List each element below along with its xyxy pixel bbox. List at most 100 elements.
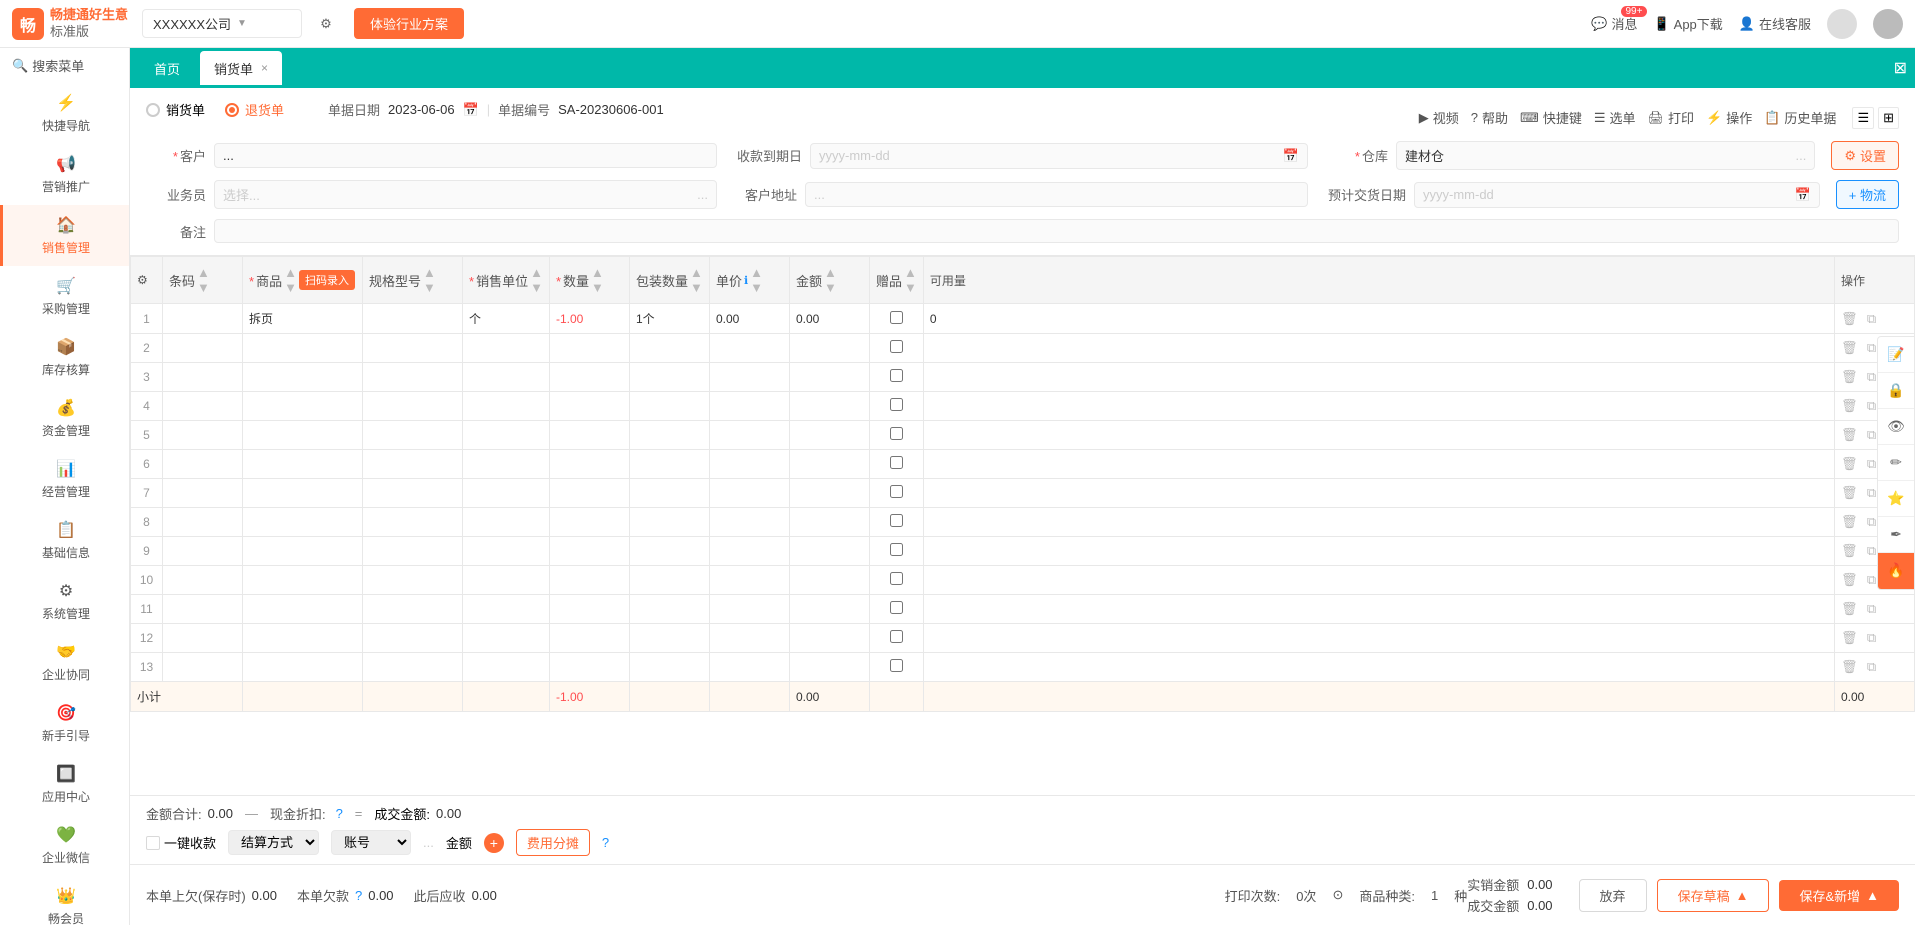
sidebar-item-member[interactable]: 👑 畅会员 <box>0 876 129 925</box>
fee-help-icon[interactable]: ? <box>602 835 609 850</box>
cell-gift[interactable] <box>869 653 923 682</box>
cell-price[interactable] <box>709 450 789 479</box>
cell-unit[interactable] <box>463 566 550 595</box>
sort-qty[interactable]: ▲▼ <box>591 265 604 295</box>
cell-unit[interactable] <box>463 653 550 682</box>
cell-spec[interactable] <box>363 537 463 566</box>
gift-checkbox[interactable] <box>890 311 903 324</box>
rf-edit-icon[interactable]: 📝 <box>1878 337 1914 373</box>
sidebar-item-guide[interactable]: 🎯 新手引导 <box>0 693 129 754</box>
cell-gift[interactable] <box>869 363 923 392</box>
cell-unit[interactable] <box>463 508 550 537</box>
cell-unit[interactable] <box>463 363 550 392</box>
cell-barcode[interactable] <box>163 392 243 421</box>
sidebar-item-marketing[interactable]: 📢 营销推广 <box>0 144 129 205</box>
cell-qty[interactable] <box>549 624 629 653</box>
cell-amount[interactable] <box>789 537 869 566</box>
debit-info-icon[interactable]: ? <box>355 888 362 903</box>
due-date-input[interactable]: yyyy-mm-dd 📅 <box>810 143 1308 169</box>
cell-gift[interactable] <box>869 624 923 653</box>
rf-lock-icon[interactable]: 🔒 <box>1878 373 1914 409</box>
cell-unit[interactable] <box>463 595 550 624</box>
cell-pkg-qty[interactable] <box>629 566 709 595</box>
sidebar-search[interactable]: 🔍 搜索菜单 <box>0 48 129 83</box>
avatar-2[interactable] <box>1873 9 1903 39</box>
cell-product[interactable] <box>243 595 363 624</box>
cell-qty[interactable] <box>549 537 629 566</box>
copy-icon[interactable]: ⧉ <box>1867 369 1876 384</box>
tab-sales-order[interactable]: 销货单 × <box>200 51 282 85</box>
expected-date-input[interactable]: yyyy-mm-dd 📅 <box>1414 182 1820 208</box>
cell-unit[interactable] <box>463 624 550 653</box>
gift-checkbox[interactable] <box>890 427 903 440</box>
sidebar-item-purchase[interactable]: 🛒 采购管理 <box>0 266 129 327</box>
cell-unit[interactable] <box>463 421 550 450</box>
radio-sales-order[interactable]: 销货单 <box>146 100 205 119</box>
cell-price[interactable] <box>709 479 789 508</box>
cell-barcode[interactable] <box>163 334 243 363</box>
cell-pkg-qty[interactable] <box>629 537 709 566</box>
cell-pkg-qty[interactable] <box>629 508 709 537</box>
delete-icon[interactable]: 🗑 <box>1841 543 1858 558</box>
sidebar-item-inventory[interactable]: 📦 库存核算 <box>0 327 129 388</box>
copy-icon[interactable]: ⧉ <box>1867 514 1876 529</box>
copy-icon[interactable]: ⧉ <box>1867 572 1876 587</box>
toolbar-shortcut[interactable]: ⌨ 快捷键 <box>1520 108 1582 127</box>
app-download-btn[interactable]: 📱 App下载 <box>1653 14 1722 33</box>
sidebar-item-system[interactable]: ⚙ 系统管理 <box>0 571 129 632</box>
cell-gift[interactable] <box>869 508 923 537</box>
cell-amount[interactable] <box>789 508 869 537</box>
cell-amount[interactable] <box>789 653 869 682</box>
cell-amount[interactable] <box>789 392 869 421</box>
company-selector[interactable]: XXXXXX公司 ▼ <box>142 9 302 38</box>
copy-icon[interactable]: ⧉ <box>1867 543 1876 558</box>
th-settings[interactable]: ⚙ <box>131 257 163 304</box>
gift-checkbox[interactable] <box>890 659 903 672</box>
cell-price[interactable] <box>709 537 789 566</box>
sort-gift[interactable]: ▲▼ <box>904 265 917 295</box>
cell-gift[interactable] <box>869 304 923 334</box>
copy-icon[interactable]: ⧉ <box>1867 456 1876 471</box>
cell-price[interactable] <box>709 566 789 595</box>
delete-icon[interactable]: 🗑 <box>1841 456 1858 471</box>
cell-spec[interactable] <box>363 595 463 624</box>
save-new-button[interactable]: 保存&新增 ▲ <box>1779 880 1899 911</box>
toolbar-help[interactable]: ? 帮助 <box>1471 108 1508 127</box>
cell-product[interactable] <box>243 566 363 595</box>
delete-icon[interactable]: 🗑 <box>1841 369 1858 384</box>
copy-icon[interactable]: ⧉ <box>1867 340 1876 355</box>
customer-input[interactable]: ... <box>214 143 717 168</box>
salesperson-input[interactable]: 选择... ... <box>214 180 717 209</box>
cell-amount[interactable] <box>789 450 869 479</box>
cell-barcode[interactable] <box>163 363 243 392</box>
cell-gift[interactable] <box>869 392 923 421</box>
discount-info-icon[interactable]: ? <box>336 806 343 821</box>
cell-unit[interactable] <box>463 537 550 566</box>
delete-icon[interactable]: 🗑 <box>1841 572 1858 587</box>
sort-unit[interactable]: ▲▼ <box>530 265 543 295</box>
cell-spec[interactable] <box>363 421 463 450</box>
radio-return-order[interactable]: 退货单 <box>225 100 284 119</box>
rf-pen-icon[interactable]: ✏ <box>1878 445 1914 481</box>
sort-price[interactable]: ▲▼ <box>750 265 763 295</box>
account-select[interactable]: 账号 <box>331 830 411 855</box>
toolbar-print[interactable]: 🖨 打印 <box>1648 108 1695 127</box>
cell-qty[interactable] <box>549 508 629 537</box>
delete-icon[interactable]: 🗑 <box>1841 514 1858 529</box>
cell-barcode[interactable] <box>163 304 243 334</box>
cell-price[interactable] <box>709 421 789 450</box>
rf-star-icon[interactable]: ⭐ <box>1878 481 1914 517</box>
tab-bar-maximize[interactable]: ⊠ <box>1894 58 1907 78</box>
delete-icon[interactable]: 🗑 <box>1841 630 1858 645</box>
delete-icon[interactable]: 🗑 <box>1841 485 1858 500</box>
cell-barcode[interactable] <box>163 537 243 566</box>
service-btn[interactable]: 👤 在线客服 <box>1739 14 1811 33</box>
cell-price[interactable] <box>709 363 789 392</box>
cell-qty[interactable] <box>549 595 629 624</box>
cell-amount[interactable] <box>789 595 869 624</box>
cell-price[interactable]: 0.00 <box>709 304 789 334</box>
cell-amount[interactable] <box>789 363 869 392</box>
cell-qty[interactable] <box>549 450 629 479</box>
cell-gift[interactable] <box>869 450 923 479</box>
cell-product[interactable] <box>243 421 363 450</box>
